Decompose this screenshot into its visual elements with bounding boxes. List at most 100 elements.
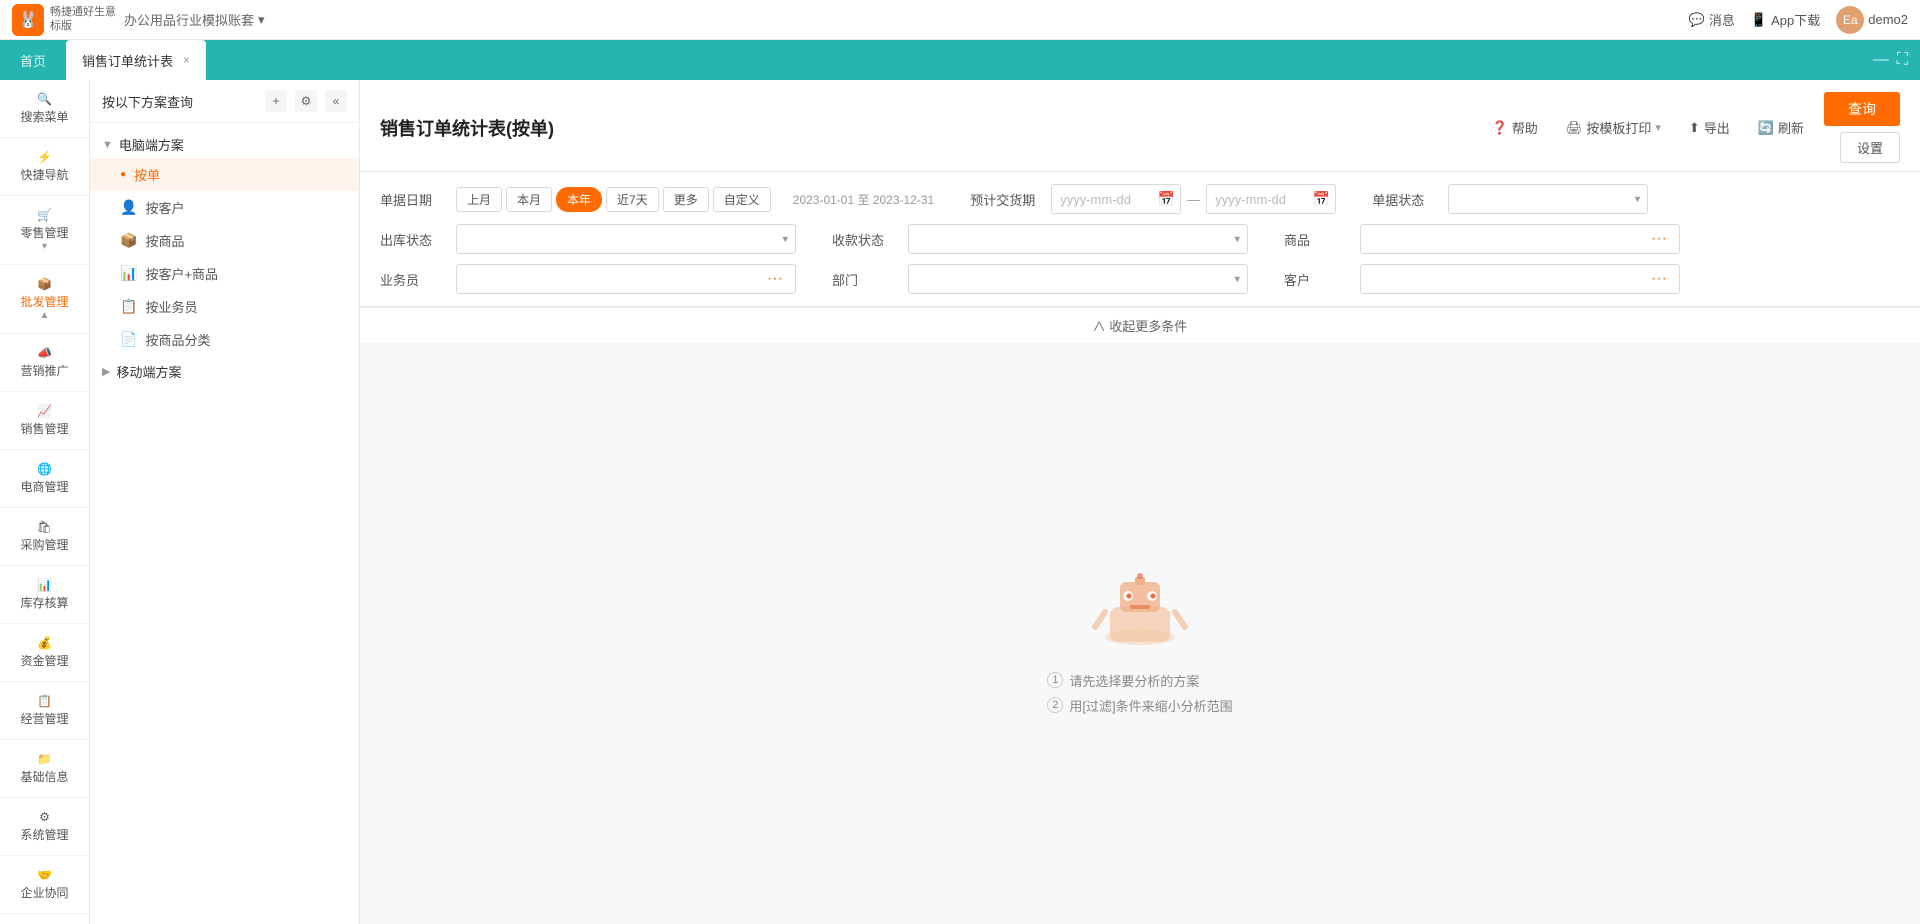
sidebar-item-basic-info[interactable]: 📁 基础信息 [0,740,89,798]
wholesale-mgmt-icon: 📦 [4,277,85,291]
scheme-item-by-salesperson[interactable]: 📋 按业务员 [90,290,359,323]
finance-icon: 💰 [4,636,85,650]
breadcrumb[interactable]: 办公用品行业模拟账套 ▾ [124,10,265,29]
refresh-icon: 🔄 [1758,120,1774,136]
sidebar-item-system[interactable]: ⚙ 系统管理 [0,798,89,856]
salesperson-input[interactable] [465,272,763,287]
filter-area: 单据日期 上月 本月 本年 近7天 更多 自定义 2023-01-01 至 20… [360,172,1920,307]
ship-status-select-wrapper [456,224,796,254]
scheme-settings-button[interactable]: ⚙ [295,90,317,112]
salesperson-more-icon[interactable]: ··· [763,270,787,288]
sidebar-item-inventory[interactable]: 📊 库存核算 [0,566,89,624]
date-btn-last-7-days[interactable]: 近7天 [606,187,659,212]
by-order-icon: ● [120,169,126,180]
sidebar-item-sales-mgmt[interactable]: 📈 销售管理 [0,392,89,450]
payment-status-select[interactable] [908,224,1248,254]
scheme-item-by-product-category[interactable]: 📄 按商品分类 [90,323,359,356]
sidebar-item-search-menu[interactable]: 🔍 搜索菜单 [0,80,89,138]
collapse-arrow-icon: ∧ [1093,319,1110,334]
export-button[interactable]: ⬆ 导出 [1681,114,1738,141]
date-btn-last-month[interactable]: 上月 [456,187,502,212]
pc-scheme-group-header[interactable]: ▼ 电脑端方案 [90,129,359,158]
tab-sales-statistics[interactable]: 销售订单统计表 × [66,40,206,80]
top-bar-right: 💬 消息 📱 App下载 Ea demo2 [1689,6,1908,34]
sidebar-item-wholesale-mgmt[interactable]: 📦 批发管理 ▲ [0,265,89,334]
message-icon: 💬 [1689,12,1705,28]
calendar-start-icon: 📅 [1158,191,1175,208]
ship-status-label: 出库状态 [380,230,440,249]
mobile-scheme-group-header[interactable]: ▶ 移动端方案 [90,356,359,385]
export-icon: ⬆ [1689,120,1700,136]
sidebar-item-marketing[interactable]: 📣 营销推广 [0,334,89,392]
dept-label: 部门 [832,270,892,289]
left-panel-title: 按以下方案查询 [102,92,193,111]
print-arrow-icon: ▾ [1655,121,1661,134]
product-input[interactable] [1369,232,1647,247]
tab-home[interactable]: 首页 [0,40,66,80]
user-menu[interactable]: Ea demo2 [1836,6,1908,34]
order-status-select-wrapper [1448,184,1648,214]
inventory-icon: 📊 [4,578,85,592]
add-scheme-button[interactable]: + [265,90,287,112]
sidebar-item-enterprise[interactable]: 🤝 企业协同 [0,856,89,914]
settings-button[interactable]: 设置 [1840,132,1900,163]
left-panel-actions: + ⚙ « [265,90,347,112]
dept-select[interactable] [908,264,1248,294]
query-button[interactable]: 查询 [1824,92,1900,126]
by-product-icon: 📦 [120,232,137,249]
order-status-label: 单据状态 [1372,190,1432,209]
empty-tip-2: 2 用[过滤]条件来缩小分析范围 [1047,696,1232,715]
sidebar-item-operations[interactable]: 📋 经营管理 [0,682,89,740]
mobile-group-expand-icon: ▶ [102,365,110,378]
sidebar-item-newbie[interactable]: 🎯 新手引导 [0,914,89,924]
by-customer-product-icon: 📊 [120,265,137,282]
date-btn-custom[interactable]: 自定义 [713,187,771,212]
expected-date-end-wrapper: 📅 [1206,184,1336,214]
sidebar-item-purchase[interactable]: 🛍 采购管理 [0,508,89,566]
collapse-panel-button[interactable]: « [325,90,347,112]
pc-group-expand-icon: ▼ [102,139,113,151]
date-btn-more[interactable]: 更多 [663,187,709,212]
date-btn-this-year[interactable]: 本年 [556,187,602,212]
date-btn-this-month[interactable]: 本月 [506,187,552,212]
customer-input[interactable] [1369,272,1647,287]
scheme-item-by-customer-product[interactable]: 📊 按客户+商品 [90,257,359,290]
sidebar-item-quick-nav[interactable]: ⚡ 快捷导航 [0,138,89,196]
refresh-button[interactable]: 🔄 刷新 [1750,114,1812,141]
basic-info-icon: 📁 [4,752,85,766]
scheme-item-by-order[interactable]: ● 按单 [90,158,359,191]
app-download-button[interactable]: 📱 App下载 [1751,10,1820,29]
date-range-text: 2023-01-01 至 2023-12-31 [793,191,934,208]
filter-row-3: 业务员 ··· 部门 客户 [380,264,1900,294]
tab-minimize-icon[interactable]: — [1873,51,1889,69]
download-icon: 📱 [1751,12,1767,28]
customer-more-icon[interactable]: ··· [1647,270,1671,288]
ship-status-select[interactable] [456,224,796,254]
message-button[interactable]: 💬 消息 [1689,10,1735,29]
scheme-item-by-product[interactable]: 📦 按商品 [90,224,359,257]
tab-expand-icon[interactable]: ⛶ [1897,51,1908,69]
main-layout: 🔍 搜索菜单 ⚡ 快捷导航 🛒 零售管理 ▾ 📦 批发管理 ▲ 📣 营销推广 📈… [0,80,1920,924]
split-layout: 按以下方案查询 + ⚙ « ▼ 电脑端方案 ● [90,80,1920,924]
sidebar: 🔍 搜索菜单 ⚡ 快捷导航 🛒 零售管理 ▾ 📦 批发管理 ▲ 📣 营销推广 📈… [0,80,90,924]
sales-mgmt-icon: 📈 [4,404,85,418]
tab-bar-right: — ⛶ [1873,51,1920,69]
date-quick-buttons: 上月 本月 本年 近7天 更多 自定义 [456,187,771,212]
help-button[interactable]: ❓ 帮助 [1484,114,1546,141]
left-panel: 按以下方案查询 + ⚙ « ▼ 电脑端方案 ● [90,80,360,924]
page-header: 销售订单统计表(按单) ❓ 帮助 🖨 按模板打印 ▾ ⬆ [360,80,1920,172]
print-button[interactable]: 🖨 按模板打印 ▾ [1558,114,1669,141]
filter-row-2: 出库状态 收款状态 商品 [380,224,1900,254]
collapse-more-conditions[interactable]: ∧ 收起更多条件 [360,307,1920,343]
tab-close-button[interactable]: × [183,53,190,67]
logo-text: 畅捷通好生意 标版 [50,6,116,32]
expected-date-label: 预计交货期 [970,190,1035,209]
order-status-select[interactable] [1448,184,1648,214]
calendar-end-icon: 📅 [1313,191,1330,208]
sidebar-item-retail-mgmt[interactable]: 🛒 零售管理 ▾ [0,196,89,265]
sidebar-item-finance[interactable]: 💰 资金管理 [0,624,89,682]
sidebar-item-ecommerce[interactable]: 🌐 电商管理 [0,450,89,508]
scheme-item-by-customer[interactable]: 👤 按客户 [90,191,359,224]
purchase-icon: 🛍 [4,520,85,534]
product-more-icon[interactable]: ··· [1647,230,1671,248]
